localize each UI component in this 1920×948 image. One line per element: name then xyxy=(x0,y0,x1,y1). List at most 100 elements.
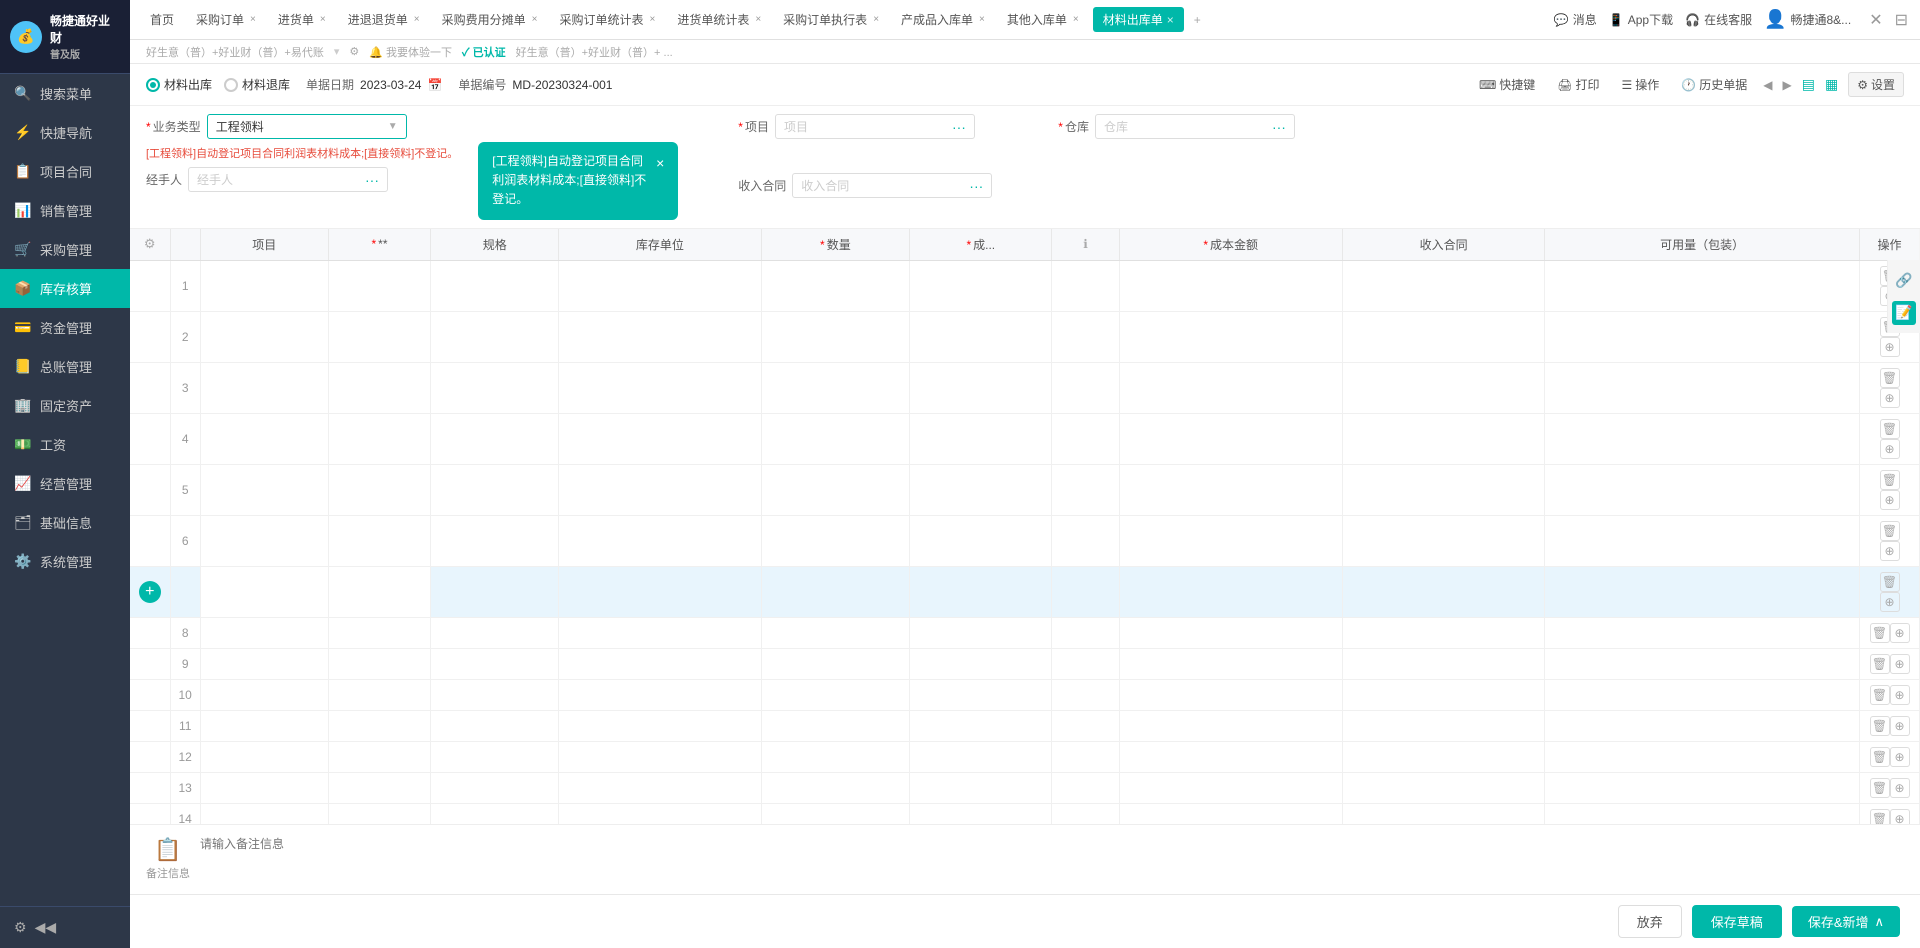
td-cost[interactable] xyxy=(910,679,1052,710)
td-unit[interactable] xyxy=(559,515,761,566)
td-unit[interactable] xyxy=(559,413,761,464)
td-material[interactable] xyxy=(328,413,431,464)
td-unit[interactable] xyxy=(559,311,761,362)
delete-row-icon[interactable]: 🗑 xyxy=(1880,419,1900,439)
sidebar-item-purchase[interactable]: 🛒 采购管理 xyxy=(0,230,130,269)
tab-close-icon[interactable]: × xyxy=(250,14,256,25)
td-cost-amount[interactable] xyxy=(1119,679,1342,710)
delete-row-icon[interactable]: 🗑 xyxy=(1870,623,1890,643)
tab-purchase-in[interactable]: 进货单 × xyxy=(270,7,334,32)
print-btn[interactable]: 🖨 打印 xyxy=(1551,73,1605,96)
td-income-contract[interactable] xyxy=(1342,260,1544,311)
settings-btn[interactable]: ⚙ 设置 xyxy=(1848,72,1904,97)
td-unit[interactable] xyxy=(559,617,761,648)
td-material[interactable] xyxy=(328,679,431,710)
user-avatar[interactable]: 👤 畅捷通8&... xyxy=(1764,9,1851,30)
td-income-contract[interactable] xyxy=(1342,648,1544,679)
td-spec[interactable] xyxy=(431,311,559,362)
tooltip-close-btn[interactable]: × xyxy=(656,152,664,174)
td-cost-amount[interactable] xyxy=(1119,311,1342,362)
sidebar-item-project[interactable]: 📋 项目合同 xyxy=(0,152,130,191)
grid-view-icon[interactable]: ▦ xyxy=(1825,76,1838,93)
message-btn[interactable]: 💬 消息 xyxy=(1554,11,1597,28)
td-cost[interactable] xyxy=(910,362,1052,413)
sidebar-item-fixed-assets[interactable]: 🏢 固定资产 xyxy=(0,386,130,425)
th-gear[interactable]: ⚙ xyxy=(130,229,170,261)
td-quantity[interactable] xyxy=(761,741,910,772)
td-spec[interactable] xyxy=(431,413,559,464)
td-spec-active[interactable] xyxy=(431,566,559,617)
td-spec[interactable] xyxy=(431,617,559,648)
sidebar-item-system[interactable]: ⚙️ 系统管理 xyxy=(0,542,130,581)
td-quantity[interactable] xyxy=(761,311,910,362)
active-tab-close-icon[interactable]: × xyxy=(1167,13,1174,27)
td-quantity[interactable] xyxy=(761,515,910,566)
td-cost[interactable] xyxy=(910,311,1052,362)
copy-row-icon[interactable]: ⊕ xyxy=(1890,654,1910,674)
tab-purchase-order[interactable]: 采购订单 × xyxy=(188,7,264,32)
tab-close-icon[interactable]: × xyxy=(320,14,326,25)
tab-close-icon[interactable]: × xyxy=(755,14,761,25)
warehouse-input[interactable]: 仓库 ··· xyxy=(1095,114,1295,139)
copy-row-icon[interactable]: ⊕ xyxy=(1890,685,1910,705)
td-cost-amount[interactable] xyxy=(1119,741,1342,772)
income-contract-more-icon[interactable]: ··· xyxy=(969,178,983,194)
td-unit[interactable] xyxy=(559,362,761,413)
tab-purchase-fee[interactable]: 采购费用分摊单 × xyxy=(434,7,546,32)
td-income-contract[interactable] xyxy=(1342,741,1544,772)
app-download-btn[interactable]: 📱 App下载 xyxy=(1609,11,1673,28)
sidebar-item-basic-info[interactable]: 🗂 基础信息 xyxy=(0,503,130,542)
project-input[interactable]: 项目 ··· xyxy=(775,114,975,139)
td-income-contract[interactable] xyxy=(1342,515,1544,566)
income-contract-input[interactable]: 收入合同 ··· xyxy=(792,173,992,198)
copy-row-icon[interactable]: ⊕ xyxy=(1890,623,1910,643)
td-spec[interactable] xyxy=(431,741,559,772)
tab-close-icon[interactable]: × xyxy=(532,14,538,25)
gear-settings-icon[interactable]: ⚙ xyxy=(144,236,156,251)
td-spec[interactable] xyxy=(431,772,559,803)
discard-button[interactable]: 放弃 xyxy=(1618,905,1682,938)
td-unit-active[interactable] xyxy=(559,566,761,617)
td-project[interactable] xyxy=(200,803,328,824)
delete-row-icon[interactable]: 🗑 xyxy=(1870,809,1890,824)
copy-row-icon[interactable]: ⊕ xyxy=(1890,716,1910,736)
td-material[interactable] xyxy=(328,617,431,648)
tab-close-icon[interactable]: × xyxy=(1073,14,1079,25)
delete-row-icon[interactable]: 🗑 xyxy=(1880,368,1900,388)
save-new-arrow-icon[interactable]: ∧ xyxy=(1874,914,1884,930)
td-unit[interactable] xyxy=(559,679,761,710)
handler-input[interactable]: 经手人 ··· xyxy=(188,167,388,192)
delete-row-icon[interactable]: 🗑 xyxy=(1880,470,1900,490)
td-quantity[interactable] xyxy=(761,617,910,648)
settings-bottom-icon[interactable]: ⚙ xyxy=(14,919,27,936)
save-new-button[interactable]: 保存&新增 ∧ xyxy=(1792,906,1900,937)
td-material[interactable] xyxy=(328,710,431,741)
td-unit[interactable] xyxy=(559,648,761,679)
td-quantity[interactable] xyxy=(761,710,910,741)
delete-row-icon[interactable]: 🗑 xyxy=(1880,572,1900,592)
td-quantity[interactable] xyxy=(761,803,910,824)
td-material[interactable] xyxy=(328,648,431,679)
td-spec[interactable] xyxy=(431,803,559,824)
td-income-contract-active[interactable] xyxy=(1342,566,1544,617)
td-project[interactable] xyxy=(200,648,328,679)
sidebar-item-payroll[interactable]: 💵 工资 xyxy=(0,425,130,464)
td-quantity[interactable] xyxy=(761,464,910,515)
td-unit[interactable] xyxy=(559,741,761,772)
td-cost[interactable] xyxy=(910,772,1052,803)
sidebar-item-search[interactable]: 🔍 搜索菜单 xyxy=(0,74,130,113)
td-income-contract[interactable] xyxy=(1342,679,1544,710)
td-material[interactable] xyxy=(328,803,431,824)
td-cost[interactable] xyxy=(910,515,1052,566)
td-cost[interactable] xyxy=(910,617,1052,648)
td-unit[interactable] xyxy=(559,803,761,824)
td-project[interactable] xyxy=(200,464,328,515)
td-cost-active[interactable] xyxy=(910,566,1052,617)
td-spec[interactable] xyxy=(431,362,559,413)
tab-purchase-exec[interactable]: 采购订单执行表 × xyxy=(775,7,887,32)
td-material[interactable] xyxy=(328,311,431,362)
td-project[interactable] xyxy=(200,741,328,772)
tab-other-in[interactable]: 其他入库单 × xyxy=(999,7,1087,32)
more-tabs-icon[interactable]: + xyxy=(1194,13,1201,27)
td-project[interactable] xyxy=(200,515,328,566)
